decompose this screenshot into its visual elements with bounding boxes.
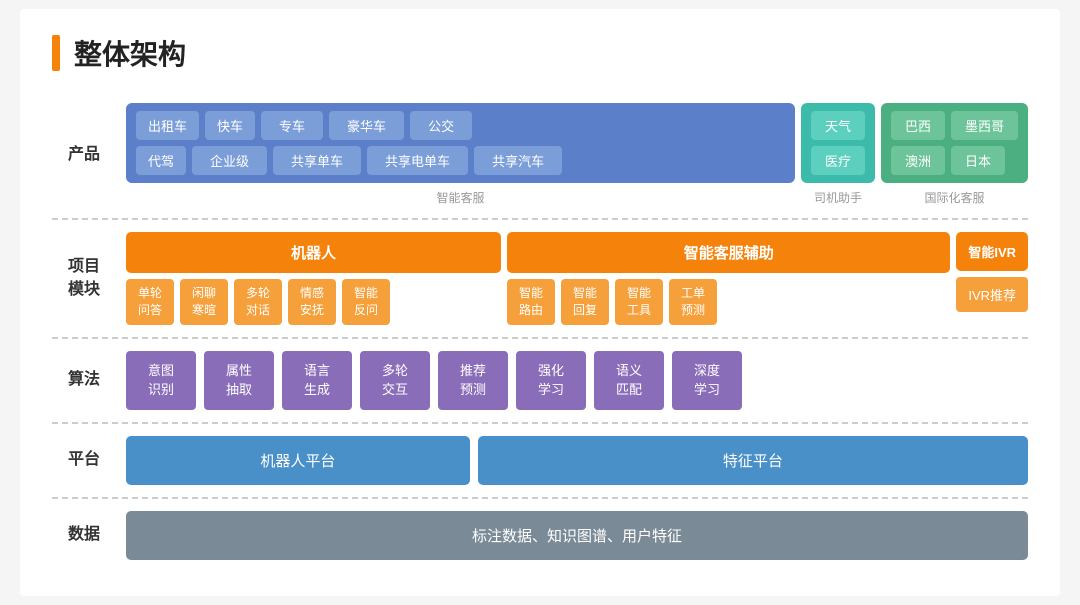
ivr-group: 智能IVR IVR推荐 <box>956 232 1028 325</box>
module-label: 项目模块 <box>52 224 116 333</box>
intl-sublabel: 国际化客服 <box>881 187 1028 206</box>
product-main: 出租车 快车 专车 豪华车 公交 代驾 企业级 共享单车 共享电单车 <box>126 103 1028 206</box>
chip-sharing-car: 共享汽车 <box>474 146 562 175</box>
product-content: 出租车 快车 专车 豪华车 公交 代驾 企业级 共享单车 共享电单车 <box>116 95 1028 214</box>
chip-daijia: 代驾 <box>136 146 186 175</box>
chip-chat: 闲聊寒暄 <box>180 279 228 325</box>
divider-3 <box>52 422 1028 424</box>
robot-bar: 机器人 <box>126 232 501 273</box>
algo-content: 意图识别 属性抽取 语言生成 多轮交互 推荐预测 强化学习 语义匹配 深度学习 <box>116 343 1028 418</box>
chip-australia: 澳洲 <box>891 146 945 175</box>
algo-label: 算法 <box>52 343 116 418</box>
chip-brazil: 巴西 <box>891 111 945 140</box>
chip-smart-reply: 智能回复 <box>561 279 609 325</box>
chip-smart-ask: 智能反问 <box>342 279 390 325</box>
chip-enterprise: 企业级 <box>192 146 267 175</box>
chip-lang-gen: 语言生成 <box>282 351 352 410</box>
chip-attr: 属性抽取 <box>204 351 274 410</box>
chip-kuaiche: 快车 <box>205 111 255 140</box>
chip-recommend-predict: 推荐预测 <box>438 351 508 410</box>
chip-medical: 医疗 <box>811 146 865 175</box>
chip-mexico: 墨西哥 <box>951 111 1018 140</box>
divider-1 <box>52 218 1028 220</box>
ivr-bar: 智能IVR <box>956 232 1028 271</box>
divider-4 <box>52 497 1028 499</box>
arch-table: 产品 出租车 快车 专车 豪华车 公交 <box>52 95 1028 568</box>
robot-chips: 单轮问答 闲聊寒暄 多轮对话 情感安抚 智能反问 <box>126 279 501 325</box>
chip-ticket-predict: 工单预测 <box>669 279 717 325</box>
chip-multi-turn: 多轮对话 <box>234 279 282 325</box>
chip-smart-route: 智能路由 <box>507 279 555 325</box>
product-group-blue: 出租车 快车 专车 豪华车 公交 代驾 企业级 共享单车 共享电单车 <box>126 103 795 183</box>
chip-taxi: 出租车 <box>136 111 199 140</box>
intl-row-2: 澳洲 日本 <box>891 146 1018 175</box>
product-group-green: 巴西 墨西哥 澳洲 日本 <box>881 103 1028 183</box>
smart-assist-bar: 智能客服辅助 <box>507 232 950 273</box>
chip-sharing-ebike: 共享电单车 <box>367 146 468 175</box>
robot-platform-chip: 机器人平台 <box>126 436 470 485</box>
chip-reinforce: 强化学习 <box>516 351 586 410</box>
platform-label: 平台 <box>52 428 116 493</box>
driver-row-2: 医疗 <box>811 146 865 175</box>
chip-haoche: 豪华车 <box>329 111 404 140</box>
main-container: 整体架构 产品 出租车 快车 专车 豪华车 公交 <box>20 9 1060 596</box>
chip-single-qa: 单轮问答 <box>126 279 174 325</box>
module-area: 机器人 单轮问答 闲聊寒暄 多轮对话 情感安抚 智能反问 智能客服辅助 智能路由… <box>126 232 1028 325</box>
product-group-teal: 天气 医疗 <box>801 103 875 183</box>
module-content: 机器人 单轮问答 闲聊寒暄 多轮对话 情感安抚 智能反问 智能客服辅助 智能路由… <box>116 224 1028 333</box>
chip-zhuanche: 专车 <box>261 111 323 140</box>
divider-2 <box>52 337 1028 339</box>
smart-service-sublabel: 智能客服 <box>126 187 795 206</box>
international-group: 巴西 墨西哥 澳洲 日本 国际化客服 <box>881 103 1028 206</box>
data-area: 标注数据、知识图谱、用户特征 <box>126 511 1028 560</box>
chip-sharing-bike: 共享单车 <box>273 146 361 175</box>
smart-service-group: 出租车 快车 专车 豪华车 公交 代驾 企业级 共享单车 共享电单车 <box>126 103 795 206</box>
driver-assist-group: 天气 医疗 司机助手 <box>801 103 875 206</box>
robot-group: 机器人 单轮问答 闲聊寒暄 多轮对话 情感安抚 智能反问 <box>126 232 501 325</box>
title-accent-bar <box>52 35 60 71</box>
data-content: 标注数据、知识图谱、用户特征 <box>116 503 1028 568</box>
page-title: 整体架构 <box>74 33 186 73</box>
feature-platform-chip: 特征平台 <box>478 436 1028 485</box>
chip-semantic: 语义匹配 <box>594 351 664 410</box>
driver-assist-sublabel: 司机助手 <box>801 187 875 206</box>
smart-assist-chips: 智能路由 智能回复 智能工具 工单预测 <box>507 279 950 325</box>
product-label: 产品 <box>52 95 116 214</box>
platform-content: 机器人平台 特征平台 <box>116 428 1028 493</box>
chip-emotion: 情感安抚 <box>288 279 336 325</box>
chip-smart-tool: 智能工具 <box>615 279 663 325</box>
product-area: 出租车 快车 专车 豪华车 公交 代驾 企业级 共享单车 共享电单车 <box>126 103 1028 206</box>
chip-weather: 天气 <box>811 111 865 140</box>
chip-bus: 公交 <box>410 111 472 140</box>
chip-intent: 意图识别 <box>126 351 196 410</box>
ivr-recommend-chip: IVR推荐 <box>956 277 1028 312</box>
algo-area: 意图识别 属性抽取 语言生成 多轮交互 推荐预测 强化学习 语义匹配 深度学习 <box>126 351 1028 410</box>
chip-multi-interact: 多轮交互 <box>360 351 430 410</box>
product-row-2: 代驾 企业级 共享单车 共享电单车 共享汽车 <box>136 146 785 175</box>
title-row: 整体架构 <box>52 33 1028 73</box>
chip-japan: 日本 <box>951 146 1005 175</box>
smart-assist-group: 智能客服辅助 智能路由 智能回复 智能工具 工单预测 <box>507 232 950 325</box>
data-label: 数据 <box>52 503 116 568</box>
chip-deep-learn: 深度学习 <box>672 351 742 410</box>
platform-area: 机器人平台 特征平台 <box>126 436 1028 485</box>
intl-row-1: 巴西 墨西哥 <box>891 111 1018 140</box>
driver-row-1: 天气 <box>811 111 865 140</box>
product-row-1: 出租车 快车 专车 豪华车 公交 <box>136 111 785 140</box>
